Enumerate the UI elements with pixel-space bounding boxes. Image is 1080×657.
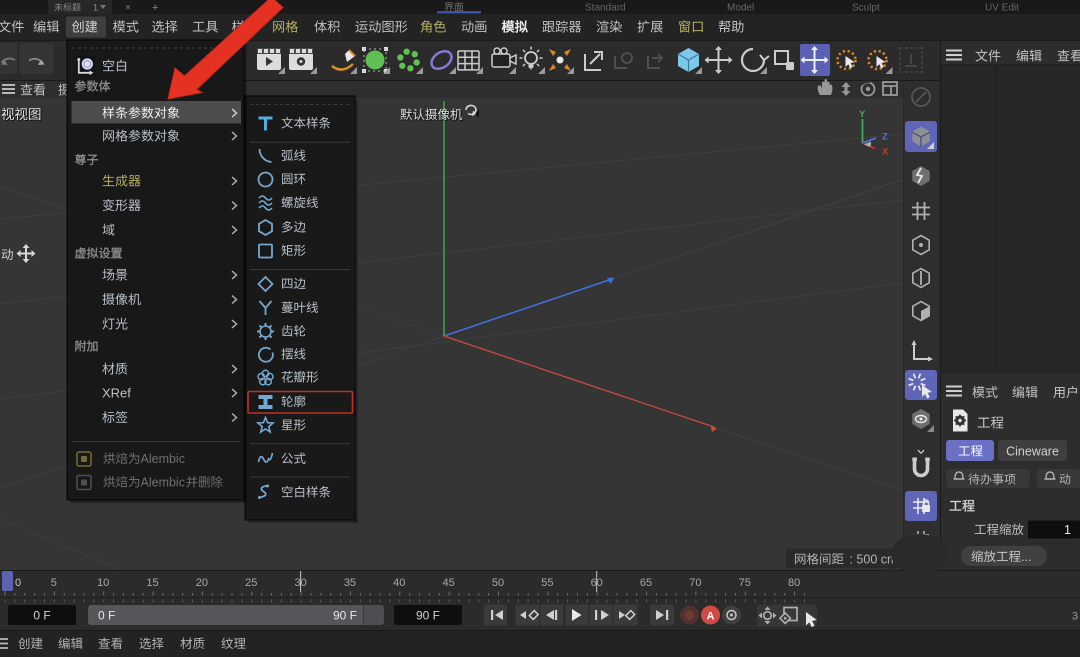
svg-text:: 500 cm: : 500 cm [846,553,897,567]
svg-text:0 F: 0 F [33,609,50,623]
svg-text:Model: Model [727,3,754,14]
svg-text:UV Edit: UV Edit [985,3,1019,14]
svg-text:50: 50 [492,577,504,589]
svg-text:60: 60 [591,577,603,589]
svg-text:90 F: 90 F [416,609,440,623]
svg-text:15: 15 [146,577,158,589]
svg-text:0: 0 [15,577,21,589]
svg-text:1: 1 [93,3,98,13]
svg-text:65: 65 [640,577,652,589]
svg-text:80: 80 [788,577,800,589]
svg-text:XRef: XRef [102,386,131,401]
svg-text:Y: Y [859,109,866,120]
svg-text:55: 55 [541,577,553,589]
svg-text:Z: Z [882,132,888,143]
svg-text:...: ... [1021,550,1031,564]
svg-text:+: + [152,2,158,14]
svg-text:×: × [125,3,131,14]
svg-text:75: 75 [739,577,751,589]
svg-text:Sculpt: Sculpt [852,3,880,14]
svg-text:70: 70 [689,577,701,589]
svg-text:3: 3 [1072,611,1078,623]
svg-text:35: 35 [344,577,356,589]
svg-text:5: 5 [51,577,57,589]
svg-text:25: 25 [245,577,257,589]
svg-text:Standard: Standard [585,3,626,14]
svg-text:45: 45 [443,577,455,589]
svg-text:Alembic: Alembic [141,452,185,466]
svg-text:0 F: 0 F [98,609,115,623]
svg-text:Alembic: Alembic [141,476,185,490]
svg-text:A: A [707,611,715,623]
svg-text:1: 1 [1064,523,1071,537]
svg-text:40: 40 [393,577,405,589]
svg-text:X: X [882,147,889,158]
svg-text:20: 20 [196,577,208,589]
svg-text:Cineware: Cineware [1006,445,1059,459]
svg-text:10: 10 [97,577,109,589]
svg-text:30: 30 [294,577,306,589]
svg-text:90 F: 90 F [333,609,357,623]
